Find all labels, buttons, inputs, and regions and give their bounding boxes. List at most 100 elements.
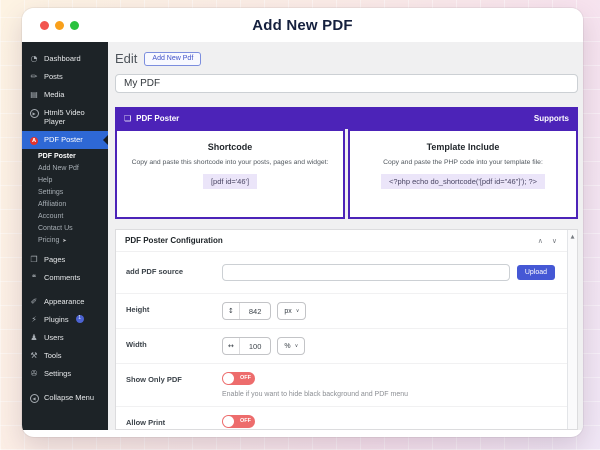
pdf-poster-icon: A	[29, 135, 39, 145]
allow-print-toggle[interactable]: OFF	[222, 415, 255, 428]
sidebar-item-collapse-menu[interactable]: ◀ Collapse Menu	[22, 389, 108, 407]
sidebar-item-label: Posts	[44, 72, 63, 81]
add-new-pdf-button[interactable]: Add New Pdf	[144, 51, 202, 66]
sidebar-item-plugins[interactable]: ⚡ Plugins 1	[22, 311, 108, 329]
field-label: add PDF source	[126, 267, 184, 276]
user-icon: ♟	[30, 332, 38, 342]
move-up-icon[interactable]: ∧	[538, 237, 543, 245]
field-label: Show Only PDF	[126, 375, 182, 384]
config-panel-title: PDF Poster Configuration	[125, 236, 223, 245]
config-scrollbar[interactable]: ▲	[567, 230, 577, 429]
submenu-item-pricing[interactable]: Pricing ➤	[22, 235, 108, 247]
submenu-item-label: PDF Poster	[38, 153, 76, 161]
upload-button[interactable]: Upload	[516, 265, 555, 280]
dashboard-icon: ◔	[30, 54, 38, 63]
submenu-item-account[interactable]: Account	[22, 211, 108, 223]
admin-sidebar: ◔ Dashboard ✏ Posts ▤ Media ▶ Html5 Vide…	[22, 42, 108, 430]
sidebar-item-dashboard[interactable]: ◔ Dashboard	[22, 50, 108, 68]
field-label: Width	[126, 340, 147, 349]
toggle-knob	[223, 416, 234, 427]
toggle-state-label: OFF	[240, 418, 251, 424]
height-unit-value: px	[284, 307, 292, 315]
chevron-down-icon: ∨	[295, 308, 300, 314]
submenu-item-label: Account	[38, 213, 64, 221]
window-title: Add New PDF	[252, 16, 353, 34]
config-panel-header[interactable]: PDF Poster Configuration ∧ ∨	[116, 230, 577, 252]
pdf-title-input[interactable]	[115, 74, 578, 93]
submenu-item-label: Add New Pdf	[38, 165, 79, 173]
sidebar-item-settings[interactable]: ✇ Settings	[22, 365, 108, 383]
scroll-up-arrow-icon[interactable]: ▲	[568, 234, 577, 240]
sidebar-item-media[interactable]: ▤ Media	[22, 86, 108, 104]
pin-icon: ✏	[30, 72, 38, 81]
pdf-source-input[interactable]	[222, 264, 510, 281]
width-row: Width ↔ 100 % ∨	[116, 329, 577, 364]
sidebar-item-label: Pages	[44, 254, 66, 264]
collapse-menu-icon: ◀	[29, 393, 39, 403]
play-icon: ▶	[29, 109, 39, 118]
submenu-item-label: Contact Us	[38, 225, 73, 233]
sidebar-item-users[interactable]: ♟ Users	[22, 329, 108, 347]
height-unit-select[interactable]: px ∨	[277, 302, 307, 320]
submenu-item-pdf-poster[interactable]: PDF Poster	[22, 151, 108, 163]
shortcode-value[interactable]: [pdf id='46']	[202, 174, 258, 189]
sidebar-item-label: PDF Poster	[44, 134, 83, 144]
submenu-item-help[interactable]: Help	[22, 175, 108, 187]
submenu-item-add-new-pdf[interactable]: Add New Pdf	[22, 163, 108, 175]
shortcode-box: Shortcode Copy and paste this shortcode …	[115, 129, 345, 219]
app-body: ◔ Dashboard ✏ Posts ▤ Media ▶ Html5 Vide…	[22, 42, 583, 430]
move-down-icon[interactable]: ∨	[552, 237, 557, 245]
submenu-item-label: Affiliation	[38, 201, 67, 209]
show-only-pdf-row: Show Only PDF OFF Enable if you want to …	[116, 364, 577, 407]
toggle-state-label: OFF	[240, 375, 251, 381]
field-label: Allow Print	[126, 418, 166, 427]
width-unit-select[interactable]: % ∨	[277, 337, 306, 355]
sidebar-item-posts[interactable]: ✏ Posts	[22, 68, 108, 86]
sidebar-item-label: Collapse Menu	[44, 392, 95, 402]
width-stepper[interactable]: ↔ 100	[222, 337, 272, 355]
pdf-logo-icon: A	[30, 136, 38, 145]
sidebar-item-label: Tools	[44, 350, 62, 360]
panel-header-controls: ∧ ∨	[538, 237, 557, 245]
sidebar-item-label: Settings	[44, 368, 72, 378]
submenu-item-affiliation[interactable]: Affiliation	[22, 199, 108, 211]
plugins-update-badge: 1	[75, 314, 84, 323]
app-window: Add New PDF ◔ Dashboard ✏ Posts ▤ Media …	[22, 8, 583, 437]
sidebar-item-label: Appearance	[44, 296, 85, 306]
sidebar-item-label: Media	[44, 90, 65, 99]
comments-icon: ❝	[31, 272, 37, 282]
submenu-item-label: Pricing	[38, 237, 60, 245]
submenu-item-settings[interactable]: Settings	[22, 187, 108, 199]
left-arrow-icon: ◀	[29, 393, 39, 403]
horizontal-arrows-icon: ↔	[223, 338, 240, 354]
height-value[interactable]: 842	[240, 307, 271, 316]
pricing-arrow-icon: ➤	[62, 237, 67, 244]
tools-icon: ⚒	[30, 350, 38, 360]
settings-icon: ✇	[30, 368, 38, 378]
show-only-pdf-toggle[interactable]: OFF	[222, 372, 255, 385]
sidebar-item-pages[interactable]: ❐ Pages	[22, 251, 108, 269]
pdf-poster-submenu: PDF Poster Add New Pdf Help Settings Aff…	[22, 149, 108, 251]
vertical-arrows-icon: ↕	[223, 303, 240, 319]
media-icon: ▤	[30, 90, 38, 99]
submenu-item-label: Help	[38, 177, 53, 185]
template-box-title: Template Include	[426, 142, 500, 152]
sidebar-item-label: Dashboard	[44, 54, 81, 63]
plugin-icon: ⚡	[31, 314, 37, 324]
width-value[interactable]: 100	[240, 342, 271, 351]
supports-link[interactable]: Supports	[534, 114, 569, 123]
sidebar-item-comments[interactable]: ❝ Comments	[22, 269, 108, 287]
submenu-item-contact-us[interactable]: Contact Us	[22, 223, 108, 235]
template-code-value[interactable]: <?php echo do_shortcode('[pdf id="46"]')…	[380, 174, 546, 189]
sidebar-item-tools[interactable]: ⚒ Tools	[22, 347, 108, 365]
brush-icon: ✐	[30, 296, 38, 306]
sidebar-item-label: Comments	[44, 272, 81, 282]
sidebar-item-appearance[interactable]: ✐ Appearance	[22, 293, 108, 311]
sidebar-item-label: Users	[44, 332, 64, 342]
titlebar: Add New PDF	[22, 8, 583, 42]
pdf-poster-banner: ❏ PDF Poster Supports	[115, 107, 578, 129]
sidebar-item-pdf-poster[interactable]: A PDF Poster	[22, 130, 108, 149]
sidebar-item-html5-video-player[interactable]: ▶ Html5 Video Player	[22, 104, 108, 131]
info-boxes: Shortcode Copy and paste this shortcode …	[115, 129, 578, 219]
height-stepper[interactable]: ↕ 842	[222, 302, 272, 320]
